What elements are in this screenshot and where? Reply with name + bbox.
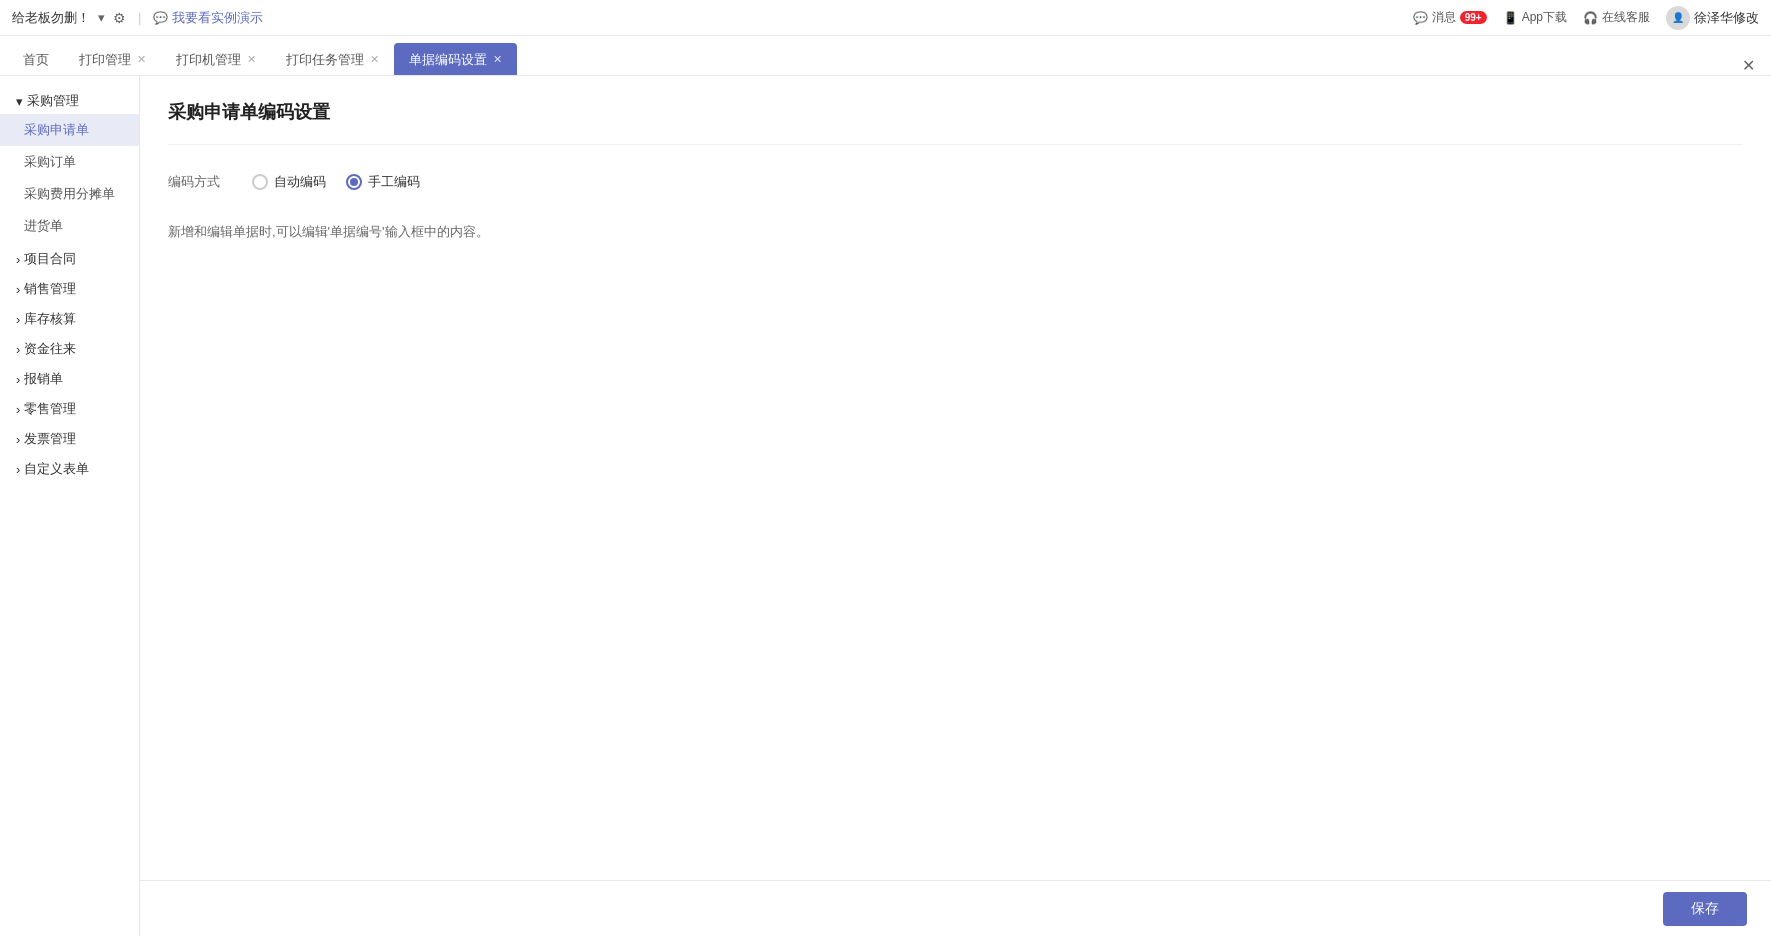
online-service-label: 在线客服 xyxy=(1602,9,1650,26)
tab-single-code-setting-label: 单据编码设置 xyxy=(409,51,487,69)
sidebar-group-invoice-mgmt-arrow: › xyxy=(16,432,20,447)
sidebar-group-capital-label: 资金往来 xyxy=(24,340,76,358)
sidebar-group-returns[interactable]: › 报销单 xyxy=(0,362,139,392)
sidebar-group-project-contract[interactable]: › 项目合同 xyxy=(0,242,139,272)
content-body: 采购申请单编码设置 编码方式 自动编码 手工编码 xyxy=(140,76,1771,880)
sidebar-group-inventory[interactable]: › 库存核算 xyxy=(0,302,139,332)
radio-auto-code-circle xyxy=(252,174,268,190)
encoding-label: 编码方式 xyxy=(168,173,228,191)
tab-home[interactable]: 首页 xyxy=(8,43,64,75)
sidebar-item-purchase-request-label: 采购申请单 xyxy=(24,122,89,137)
sidebar-group-inventory-label: 库存核算 xyxy=(24,310,76,328)
sidebar-item-purchase-expense[interactable]: 采购费用分摊单 xyxy=(0,178,139,210)
sidebar-item-stock-in-label: 进货单 xyxy=(24,218,63,233)
sidebar-group-invoice-mgmt[interactable]: › 发票管理 xyxy=(0,422,139,452)
description-text: 新增和编辑单据时,可以编辑'单据编号'输入框中的内容。 xyxy=(168,223,1743,241)
online-service-icon: 🎧 xyxy=(1583,11,1598,25)
sidebar-group-capital-arrow: › xyxy=(16,342,20,357)
message-badge: 99+ xyxy=(1460,11,1487,24)
sidebar-group-capital[interactable]: › 资金往来 xyxy=(0,332,139,362)
sidebar-group-project-contract-arrow: › xyxy=(16,252,20,267)
save-button[interactable]: 保存 xyxy=(1663,892,1747,926)
settings-gear-icon[interactable]: ⚙ xyxy=(113,10,126,26)
sidebar-group-custom-form-arrow: › xyxy=(16,462,20,477)
tab-print-mgmt[interactable]: 打印管理 ✕ xyxy=(64,43,161,75)
tab-printer-mgmt[interactable]: 打印机管理 ✕ xyxy=(161,43,271,75)
message-label: 消息 xyxy=(1432,9,1456,26)
sidebar-group-custom-form-label: 自定义表单 xyxy=(24,460,89,478)
content-area: 采购申请单编码设置 编码方式 自动编码 手工编码 xyxy=(140,76,1771,936)
sidebar-group-sales-mgmt-arrow: › xyxy=(16,282,20,297)
section-divider xyxy=(168,144,1743,145)
tab-single-code-setting-close[interactable]: ✕ xyxy=(493,53,502,66)
radio-auto-code[interactable]: 自动编码 xyxy=(252,173,326,191)
top-bar-right: 💬 消息 99+ 📱 App下载 🎧 在线客服 👤 徐泽华修改 xyxy=(1413,6,1759,30)
user-info[interactable]: 👤 徐泽华修改 xyxy=(1666,6,1759,30)
message-icon: 💬 xyxy=(1413,11,1428,25)
radio-auto-code-label: 自动编码 xyxy=(274,173,326,191)
app-title: 给老板勿删！ xyxy=(12,9,90,27)
message-button[interactable]: 💬 消息 99+ xyxy=(1413,9,1487,26)
encoding-row: 编码方式 自动编码 手工编码 xyxy=(168,161,1743,203)
page-title: 采购申请单编码设置 xyxy=(168,100,1743,124)
sidebar-group-retail-mgmt[interactable]: › 零售管理 xyxy=(0,392,139,422)
tab-home-label: 首页 xyxy=(23,51,49,69)
sidebar-group-purchase-mgmt-label: 采购管理 xyxy=(27,92,79,110)
sidebar-item-purchase-order[interactable]: 采购订单 xyxy=(0,146,139,178)
sidebar-group-returns-label: 报销单 xyxy=(24,370,63,388)
sidebar-item-purchase-order-label: 采购订单 xyxy=(24,154,76,169)
tab-printer-mgmt-close[interactable]: ✕ xyxy=(247,53,256,66)
tab-single-code-setting[interactable]: 单据编码设置 ✕ xyxy=(394,43,517,75)
sidebar-group-retail-mgmt-label: 零售管理 xyxy=(24,400,76,418)
tab-bar-close-all[interactable]: ✕ xyxy=(1734,56,1763,75)
sidebar-group-invoice-mgmt-label: 发票管理 xyxy=(24,430,76,448)
sidebar-item-purchase-request[interactable]: 采购申请单 xyxy=(0,114,139,146)
demo-link[interactable]: 我要看实例演示 xyxy=(153,9,263,27)
tab-print-mgmt-label: 打印管理 xyxy=(79,51,131,69)
radio-manual-code-circle xyxy=(346,174,362,190)
top-bar-left: 给老板勿删！ ▾ ⚙ | 我要看实例演示 xyxy=(12,9,263,27)
sidebar-group-retail-mgmt-arrow: › xyxy=(16,402,20,417)
tab-print-task-mgmt-close[interactable]: ✕ xyxy=(370,53,379,66)
sidebar-item-purchase-expense-label: 采购费用分摊单 xyxy=(24,186,115,201)
sidebar: ▾ 采购管理 采购申请单 采购订单 采购费用分摊单 进货单 › 项目合同 › 销… xyxy=(0,76,140,936)
tab-bar: 首页 打印管理 ✕ 打印机管理 ✕ 打印任务管理 ✕ 单据编码设置 ✕ ✕ xyxy=(0,36,1771,76)
tab-print-task-mgmt-label: 打印任务管理 xyxy=(286,51,364,69)
tab-printer-mgmt-label: 打印机管理 xyxy=(176,51,241,69)
sidebar-group-inventory-arrow: › xyxy=(16,312,20,327)
app-download-label: App下载 xyxy=(1522,9,1567,26)
title-dropdown-icon[interactable]: ▾ xyxy=(98,10,105,25)
main-layout: ▾ 采购管理 采购申请单 采购订单 采购费用分摊单 进货单 › 项目合同 › 销… xyxy=(0,76,1771,936)
sidebar-group-purchase-mgmt[interactable]: ▾ 采购管理 xyxy=(0,84,139,114)
sidebar-group-sales-mgmt[interactable]: › 销售管理 xyxy=(0,272,139,302)
sidebar-group-custom-form[interactable]: › 自定义表单 xyxy=(0,452,139,482)
radio-group: 自动编码 手工编码 xyxy=(252,173,420,191)
online-service-button[interactable]: 🎧 在线客服 xyxy=(1583,9,1650,26)
app-download-button[interactable]: 📱 App下载 xyxy=(1503,9,1567,26)
sidebar-group-purchase-mgmt-arrow: ▾ xyxy=(16,94,23,109)
avatar: 👤 xyxy=(1666,6,1690,30)
top-bar: 给老板勿删！ ▾ ⚙ | 我要看实例演示 💬 消息 99+ 📱 App下载 🎧 … xyxy=(0,0,1771,36)
footer-bar: 保存 xyxy=(140,880,1771,936)
sidebar-group-project-contract-label: 项目合同 xyxy=(24,250,76,268)
sidebar-item-stock-in[interactable]: 进货单 xyxy=(0,210,139,242)
tab-print-task-mgmt[interactable]: 打印任务管理 ✕ xyxy=(271,43,394,75)
radio-manual-code[interactable]: 手工编码 xyxy=(346,173,420,191)
user-name: 徐泽华修改 xyxy=(1694,9,1759,27)
tab-print-mgmt-close[interactable]: ✕ xyxy=(137,53,146,66)
sidebar-group-returns-arrow: › xyxy=(16,372,20,387)
app-download-icon: 📱 xyxy=(1503,11,1518,25)
sidebar-group-sales-mgmt-label: 销售管理 xyxy=(24,280,76,298)
radio-manual-code-label: 手工编码 xyxy=(368,173,420,191)
